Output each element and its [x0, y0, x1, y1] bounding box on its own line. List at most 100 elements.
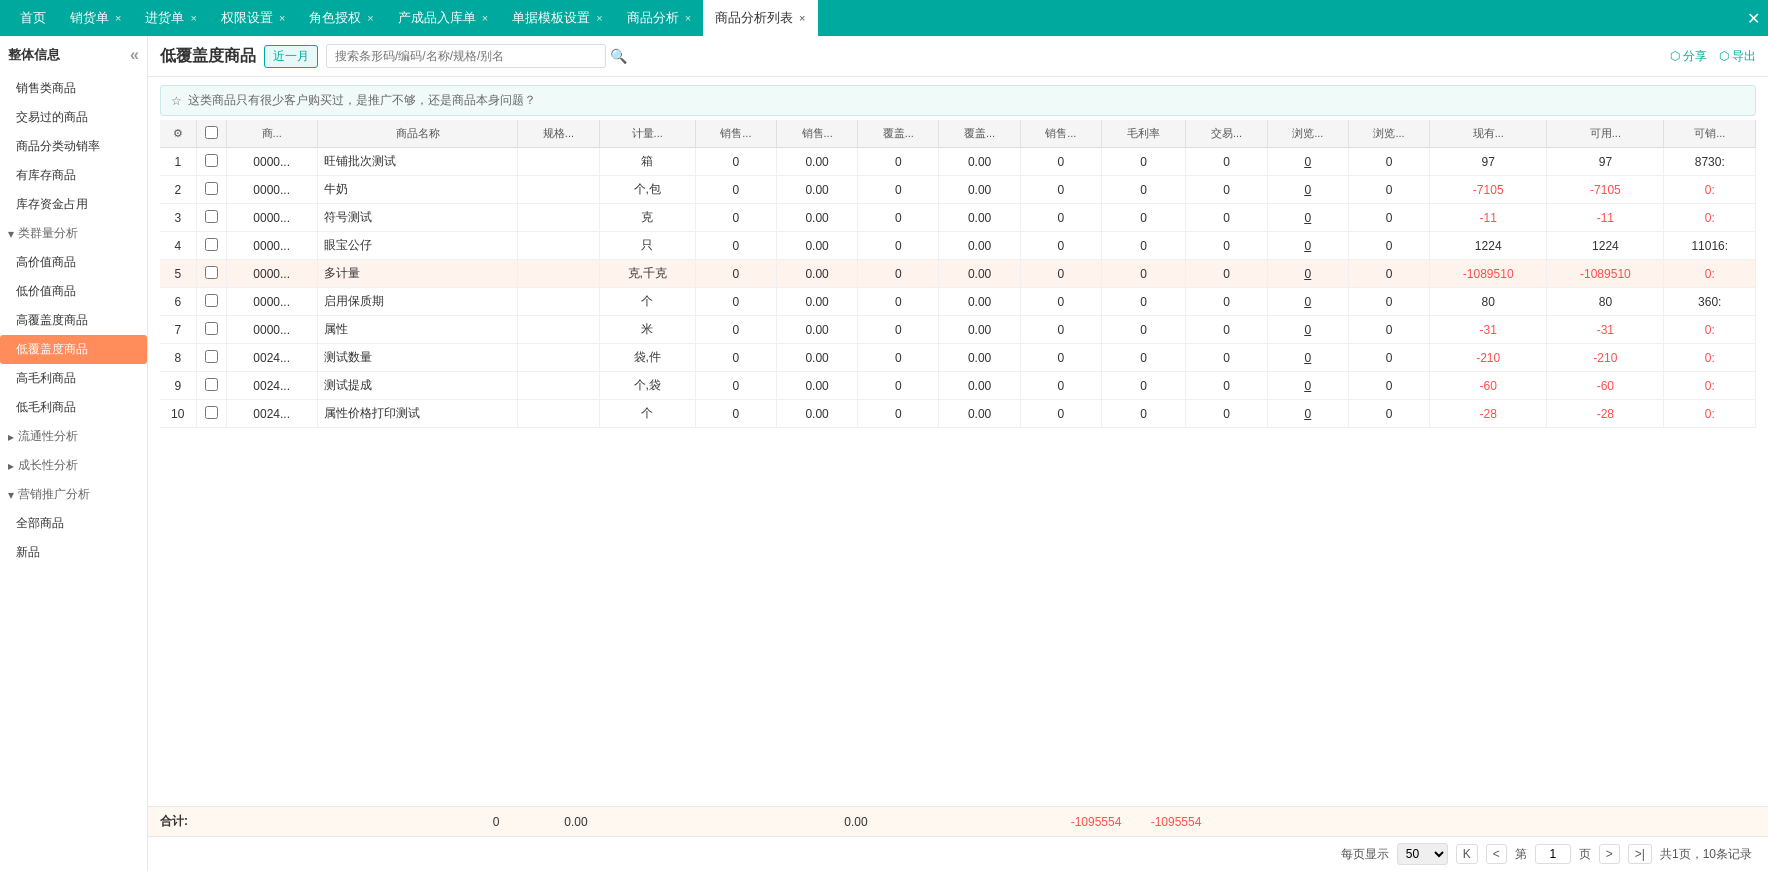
sidebar-item-high-coverage[interactable]: 高覆盖度商品 [0, 306, 147, 335]
cell-c1-0: 0 [858, 148, 939, 176]
cell-check-3[interactable] [196, 232, 226, 260]
cell-margin-2: 0 [1101, 204, 1186, 232]
search-icon[interactable]: 🔍 [610, 48, 627, 64]
sidebar-group-marketing[interactable]: ▾ 营销推广分析 [0, 480, 147, 509]
sidebar-item-in-stock[interactable]: 有库存商品 [0, 161, 147, 190]
cell-code-5: 0000... [226, 288, 317, 316]
nav-item-role[interactable]: 角色授权 × [297, 0, 385, 36]
cell-margin-0: 0 [1101, 148, 1186, 176]
row-checkbox-8[interactable] [205, 378, 218, 391]
cell-browse1-0[interactable]: 0 [1267, 148, 1348, 176]
cell-check-1[interactable] [196, 176, 226, 204]
cell-browse1-8[interactable]: 0 [1267, 372, 1348, 400]
first-page-button[interactable]: K [1456, 844, 1478, 864]
cell-browse1-5[interactable]: 0 [1267, 288, 1348, 316]
row-checkbox-4[interactable] [205, 266, 218, 279]
cell-browse1-6[interactable]: 0 [1267, 316, 1348, 344]
select-all-checkbox[interactable] [205, 126, 218, 139]
nav-close-permission[interactable]: × [279, 12, 285, 24]
sidebar-item-all-goods[interactable]: 全部商品 [0, 509, 147, 538]
cell-check-4[interactable] [196, 260, 226, 288]
cell-check-7[interactable] [196, 344, 226, 372]
sidebar-item-high-margin[interactable]: 高毛利商品 [0, 364, 147, 393]
pagination-bar: 每页显示 50 100 200 K < 第 页 > >| 共1页，10条记录 [148, 836, 1768, 871]
export-button[interactable]: ⬡ 导出 [1719, 48, 1756, 65]
row-checkbox-0[interactable] [205, 154, 218, 167]
cell-s2-1: 0.00 [777, 176, 858, 204]
sidebar-item-capital[interactable]: 库存资金占用 [0, 190, 147, 219]
nav-item-purchase[interactable]: 进货单 × [133, 0, 208, 36]
sidebar-item-category-rate[interactable]: 商品分类动销率 [0, 132, 147, 161]
page-label-after: 页 [1579, 846, 1591, 863]
data-table: ⚙ 商... 商品名称 规格... 计量... 销售... 销售... 覆盖..… [160, 120, 1756, 428]
th-checkbox[interactable] [196, 120, 226, 148]
cell-c2-9: 0.00 [939, 400, 1020, 428]
window-close-button[interactable]: ✕ [1747, 9, 1760, 28]
footer-cells: 0 0.00 0.00 -1095554 -1095554 [196, 815, 1756, 829]
row-checkbox-3[interactable] [205, 238, 218, 251]
th-settings[interactable]: ⚙ [160, 120, 196, 148]
sidebar-item-low-margin[interactable]: 低毛利商品 [0, 393, 147, 422]
row-checkbox-1[interactable] [205, 182, 218, 195]
nav-item-permission[interactable]: 权限设置 × [209, 0, 297, 36]
row-checkbox-5[interactable] [205, 294, 218, 307]
cell-browse1-9[interactable]: 0 [1267, 400, 1348, 428]
cell-trade-2: 0 [1186, 204, 1267, 232]
page-number-input[interactable] [1535, 844, 1571, 864]
table-row: 4 0000... 眼宝公仔 只 0 0.00 0 0.00 0 0 0 0 0… [160, 232, 1756, 260]
cell-browse1-7[interactable]: 0 [1267, 344, 1348, 372]
search-input[interactable] [326, 44, 606, 68]
sidebar-collapse-button[interactable]: « [130, 46, 139, 64]
sidebar-item-low-value[interactable]: 低价值商品 [0, 277, 147, 306]
cell-check-0[interactable] [196, 148, 226, 176]
cell-check-6[interactable] [196, 316, 226, 344]
row-checkbox-7[interactable] [205, 350, 218, 363]
nav-item-analysis-list[interactable]: 商品分析列表 × [703, 0, 817, 36]
nav-close-purchase[interactable]: × [190, 12, 196, 24]
cell-browse1-1[interactable]: 0 [1267, 176, 1348, 204]
cell-margin-5: 0 [1101, 288, 1186, 316]
sidebar-item-traded-goods[interactable]: 交易过的商品 [0, 103, 147, 132]
sidebar-item-sales-goods[interactable]: 销售类商品 [0, 74, 147, 103]
nav-item-analysis[interactable]: 商品分析 × [615, 0, 703, 36]
page-size-select[interactable]: 50 100 200 [1397, 843, 1448, 865]
nav-item-product-in[interactable]: 产成品入库单 × [386, 0, 500, 36]
nav-item-sales[interactable]: 销货单 × [58, 0, 133, 36]
cell-margin-4: 0 [1101, 260, 1186, 288]
cell-check-2[interactable] [196, 204, 226, 232]
cell-browse1-4[interactable]: 0 [1267, 260, 1348, 288]
cell-trade-8: 0 [1186, 372, 1267, 400]
sidebar-group-circulation[interactable]: ▸ 流通性分析 [0, 422, 147, 451]
nav-close-role[interactable]: × [367, 12, 373, 24]
sidebar-item-new-goods[interactable]: 新品 [0, 538, 147, 567]
filter-recent-month-button[interactable]: 近一月 [264, 45, 318, 68]
cell-check-9[interactable] [196, 400, 226, 428]
nav-close-sales[interactable]: × [115, 12, 121, 24]
next-page-button[interactable]: > [1599, 844, 1620, 864]
footer-s2-total: 0.00 [536, 815, 616, 829]
nav-close-product-in[interactable]: × [482, 12, 488, 24]
nav-item-template[interactable]: 单据模板设置 × [500, 0, 614, 36]
row-checkbox-6[interactable] [205, 322, 218, 335]
share-button[interactable]: ⬡ 分享 [1670, 48, 1707, 65]
cell-check-5[interactable] [196, 288, 226, 316]
last-page-button[interactable]: >| [1628, 844, 1652, 864]
nav-close-template[interactable]: × [596, 12, 602, 24]
sidebar-item-high-value[interactable]: 高价值商品 [0, 248, 147, 277]
sidebar-item-low-coverage[interactable]: 低覆盖度商品 [0, 335, 147, 364]
sidebar-group-quantity[interactable]: ▾ 类群量分析 [0, 219, 147, 248]
row-checkbox-2[interactable] [205, 210, 218, 223]
cell-margin-9: 0 [1101, 400, 1186, 428]
cell-browse1-2[interactable]: 0 [1267, 204, 1348, 232]
row-checkbox-9[interactable] [205, 406, 218, 419]
nav-close-analysis[interactable]: × [685, 12, 691, 24]
cell-browse1-3[interactable]: 0 [1267, 232, 1348, 260]
prev-page-button[interactable]: < [1486, 844, 1507, 864]
cell-check-8[interactable] [196, 372, 226, 400]
sidebar-group-growth[interactable]: ▸ 成长性分析 [0, 451, 147, 480]
nav-close-analysis-list[interactable]: × [799, 12, 805, 24]
th-stock2: 可用... [1547, 120, 1664, 148]
cell-c1-8: 0 [858, 372, 939, 400]
cell-browse2-3: 0 [1348, 232, 1429, 260]
nav-item-home[interactable]: 首页 [8, 0, 58, 36]
